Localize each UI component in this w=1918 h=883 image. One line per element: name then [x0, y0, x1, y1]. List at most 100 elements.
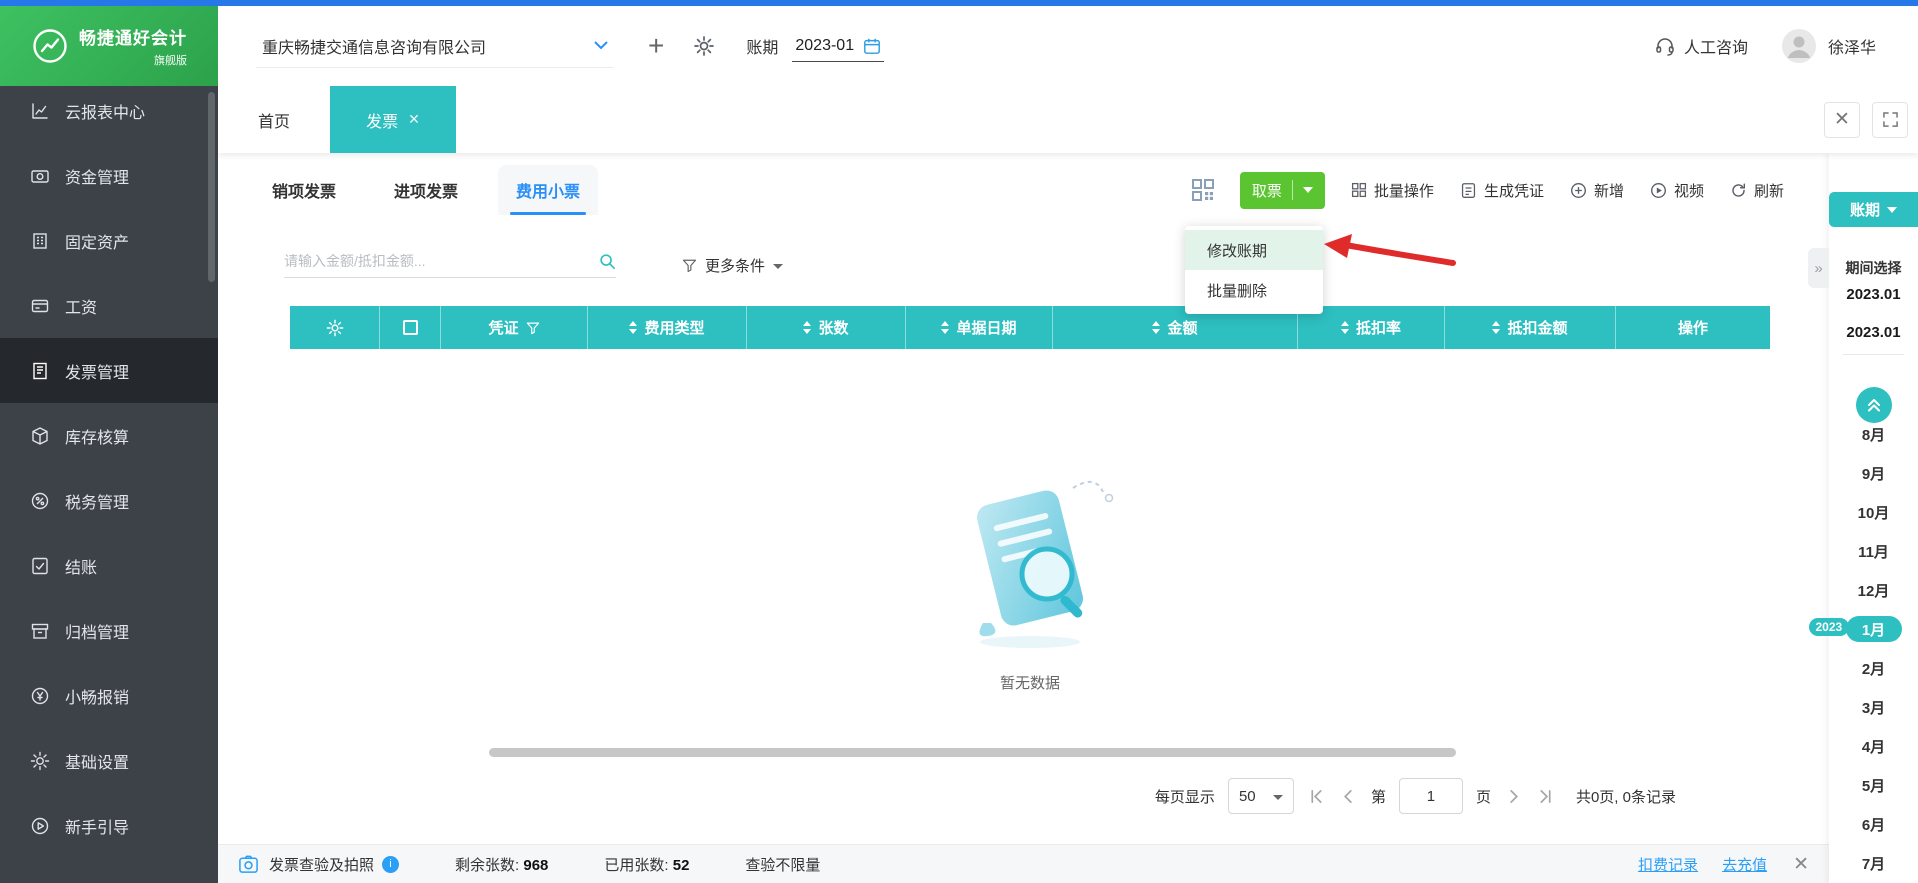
sidebar-item-cloud-reports[interactable]: 云报表中心	[0, 86, 218, 143]
select-all-checkbox[interactable]	[402, 320, 418, 335]
sidebar-item-tax[interactable]: 税务管理	[0, 468, 218, 533]
month-option-jan-active[interactable]: 2023 1月	[1808, 616, 1902, 642]
gear-icon	[30, 751, 50, 770]
play-circle-icon	[1650, 182, 1666, 198]
month-option-oct[interactable]: 10月	[1846, 499, 1902, 525]
remaining-value: 968	[523, 856, 549, 874]
grid-icon	[1351, 182, 1366, 198]
footer-bar: 发票查验及拍照 i 剩余张数: 968 已用张数: 52 查验不限量 扣费记录 …	[218, 844, 1829, 883]
subtab-expense-receipt[interactable]: 费用小票	[498, 165, 599, 215]
month-option-nov[interactable]: 11月	[1846, 538, 1902, 564]
tab-close-icon[interactable]: ✕	[408, 111, 420, 128]
col-deduction-amount[interactable]: 抵扣金额	[1444, 306, 1615, 349]
salary-card-icon	[31, 299, 49, 312]
sort-icon[interactable]	[941, 321, 950, 334]
qr-code-icon[interactable]	[1191, 179, 1214, 201]
sidebar-item-service-center[interactable]: 服务中心	[0, 858, 218, 883]
month-option-jun[interactable]: 6月	[1846, 811, 1902, 837]
sort-icon[interactable]	[1492, 321, 1501, 334]
workspace-controls: ✕	[1824, 86, 1908, 153]
period-to-date[interactable]: 2023.01	[1829, 324, 1918, 341]
generate-voucher-button[interactable]: 生成凭证	[1460, 180, 1544, 201]
sort-icon[interactable]	[803, 321, 812, 334]
horizontal-scrollbar[interactable]	[489, 748, 1456, 757]
select-all-cell	[379, 306, 440, 349]
sidebar-scrollbar[interactable]	[208, 92, 215, 282]
menu-item-modify-period[interactable]: 修改账期	[1185, 230, 1323, 270]
col-sheet-count[interactable]: 张数	[746, 306, 905, 349]
refresh-icon	[1732, 182, 1745, 197]
settings-gear-icon[interactable]	[694, 36, 715, 56]
tab-invoice[interactable]: 发票 ✕	[330, 86, 456, 153]
sort-icon[interactable]	[1152, 321, 1161, 334]
support-button[interactable]: 人工咨询	[1655, 34, 1748, 58]
info-icon[interactable]: i	[382, 855, 400, 873]
month-option-may[interactable]: 5月	[1846, 772, 1902, 798]
sidebar-item-inventory[interactable]: 库存核算	[0, 403, 218, 468]
batch-operations-button[interactable]: 批量操作	[1351, 180, 1434, 201]
filter-funnel-icon[interactable]	[526, 321, 540, 335]
month-option-jul[interactable]: 7月	[1846, 850, 1902, 876]
menu-item-batch-delete[interactable]: 批量删除	[1185, 270, 1323, 310]
footer-close-icon[interactable]: ✕	[1793, 855, 1809, 874]
first-page-button[interactable]	[1307, 787, 1326, 806]
subtab-input-invoice[interactable]: 进项发票	[376, 165, 476, 215]
sort-icon[interactable]	[1340, 321, 1349, 334]
subtab-sales-invoice[interactable]: 销项发票	[254, 165, 354, 215]
last-page-button[interactable]	[1536, 787, 1555, 806]
per-page-select[interactable]: 50	[1227, 778, 1294, 814]
next-page-button[interactable]	[1504, 787, 1523, 806]
more-filters-button[interactable]: 更多条件	[682, 255, 784, 276]
fee-record-link[interactable]: 扣费记录	[1638, 854, 1698, 875]
month-option-sep[interactable]: 9月	[1846, 460, 1902, 486]
sidebar-item-salary[interactable]: 工资	[0, 273, 218, 338]
month-option-aug[interactable]: 8月	[1846, 421, 1902, 447]
video-button[interactable]: 视频	[1650, 180, 1704, 201]
sidebar-item-fixed-assets[interactable]: 固定资产	[0, 208, 218, 273]
month-option-mar[interactable]: 3月	[1846, 694, 1902, 720]
fullscreen-icon[interactable]	[1872, 101, 1908, 138]
period-from-date[interactable]: 2023.01	[1829, 286, 1918, 303]
panel-divider	[1843, 354, 1904, 355]
add-account-icon[interactable]: +	[648, 32, 664, 60]
search-icon[interactable]	[598, 252, 616, 270]
collapse-panel-button[interactable]: »	[1808, 248, 1829, 288]
page-number-input[interactable]	[1398, 778, 1463, 814]
sort-icon[interactable]	[629, 321, 638, 334]
recharge-link[interactable]: 去充值	[1722, 854, 1767, 875]
avatar[interactable]	[1781, 29, 1816, 63]
col-voucher[interactable]: 凭证	[440, 306, 587, 349]
refresh-button[interactable]: 刷新	[1730, 180, 1784, 201]
sidebar-item-archive[interactable]: 归档管理	[0, 598, 218, 663]
scroll-up-button[interactable]	[1855, 387, 1892, 423]
sidebar-item-label: 库存核算	[65, 429, 130, 447]
company-selector[interactable]: 重庆畅捷交通信息咨询有限公司	[256, 25, 614, 68]
close-workspace-icon[interactable]: ✕	[1824, 101, 1860, 138]
sidebar-item-closing[interactable]: 结账	[0, 533, 218, 598]
sidebar-item-reimbursement[interactable]: 小畅报销	[0, 663, 218, 728]
funnel-icon	[682, 259, 697, 272]
add-new-button[interactable]: 新增	[1570, 180, 1624, 201]
sidebar-item-basic-settings[interactable]: 基础设置	[0, 728, 218, 793]
sidebar-item-beginner-guide[interactable]: 新手引导	[0, 793, 218, 858]
period-panel-button[interactable]: 账期	[1829, 192, 1918, 227]
year-badge[interactable]: 2023	[1808, 618, 1850, 636]
prev-page-button[interactable]	[1339, 787, 1358, 806]
invoice-subtabs: 销项发票 进项发票 费用小票	[254, 165, 599, 215]
search-input[interactable]	[284, 253, 598, 269]
sidebar-item-label: 小畅报销	[65, 689, 130, 707]
month-option-apr[interactable]: 4月	[1846, 733, 1902, 759]
get-invoice-button[interactable]: 取票	[1239, 171, 1325, 209]
tab-home[interactable]: 首页	[218, 86, 330, 153]
month-option-feb[interactable]: 2月	[1846, 655, 1902, 681]
filter-row: 更多条件	[284, 245, 784, 285]
month-option-dec[interactable]: 12月	[1846, 577, 1902, 603]
col-document-date[interactable]: 单据日期	[905, 306, 1052, 349]
sidebar-item-invoice-management[interactable]: 发票管理	[0, 338, 218, 403]
page-suffix-label: 页	[1475, 788, 1491, 806]
sidebar-item-funds[interactable]: 资金管理	[0, 143, 218, 208]
col-expense-type[interactable]: 费用类型	[587, 306, 746, 349]
period-value-selector[interactable]: 2023-01	[792, 31, 885, 62]
report-chart-icon	[32, 102, 48, 119]
column-settings-button[interactable]	[290, 306, 379, 349]
